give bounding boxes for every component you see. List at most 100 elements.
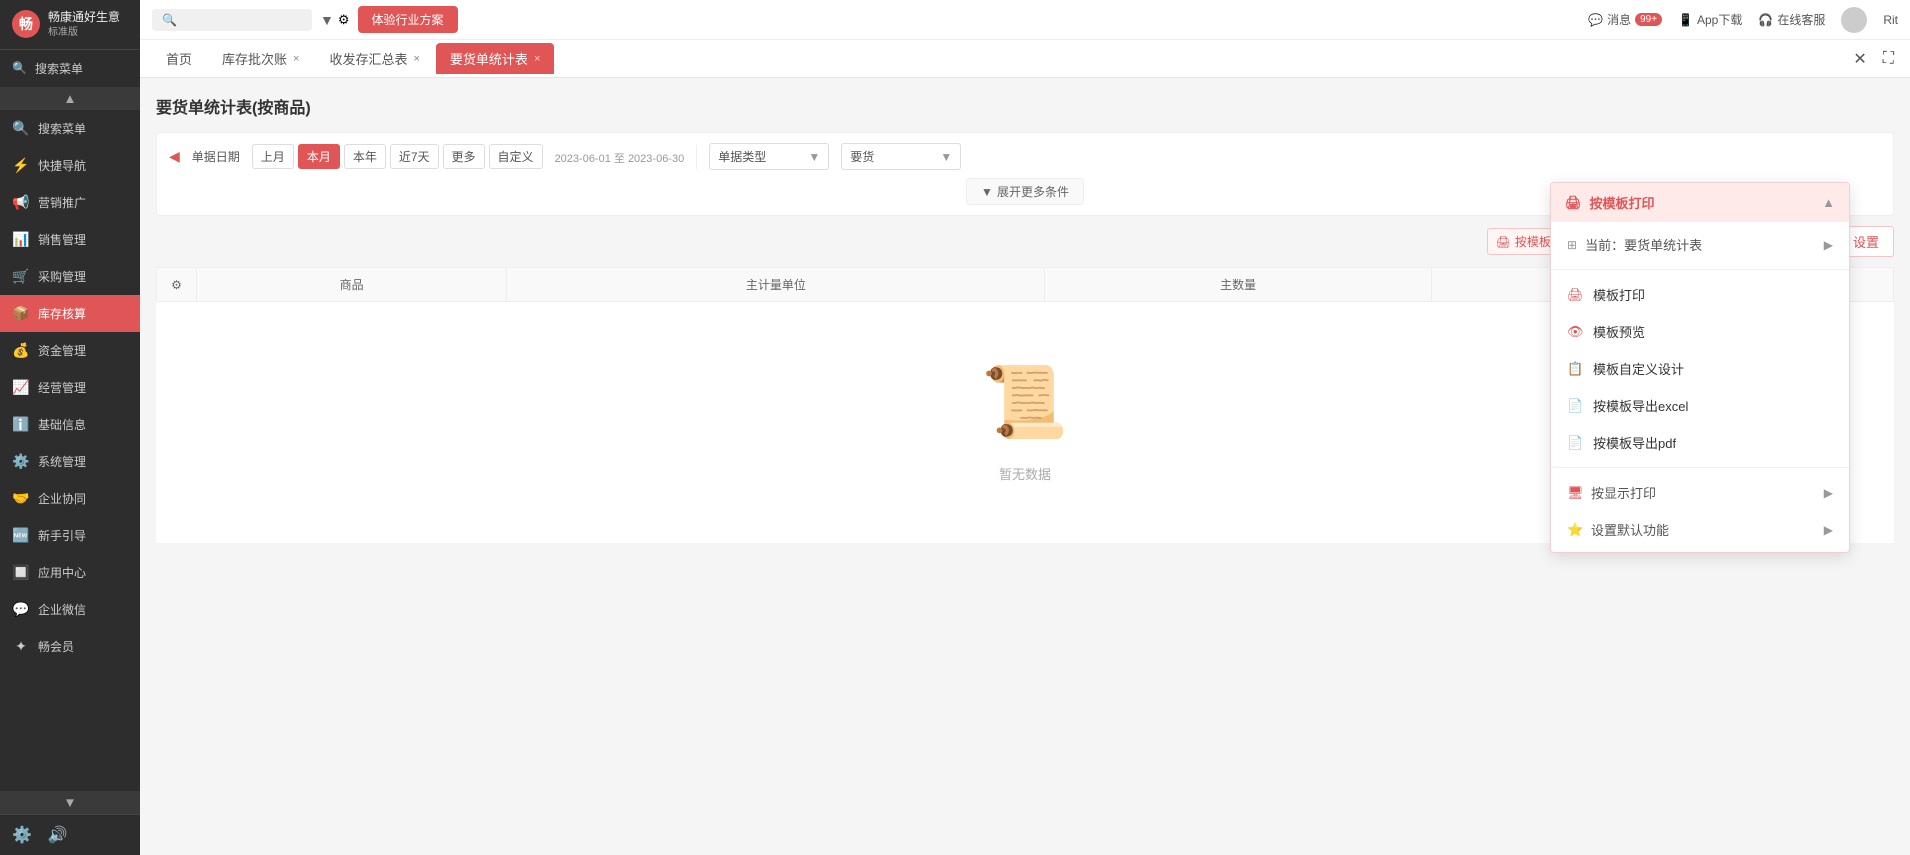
settings-bottom-icon[interactable]: ⚙️ bbox=[12, 825, 32, 845]
dropdown-section-item-display_print[interactable]: 🖥按显示打印▶ bbox=[1551, 474, 1849, 511]
page-area: 要货单统计表(按商品) ◀ 单据日期 上月本月本年近7天更多自定义 2023-0… bbox=[140, 78, 1910, 855]
search-icon: 🔍 bbox=[12, 61, 27, 75]
avatar[interactable] bbox=[1841, 7, 1867, 33]
filter-expand-btn[interactable]: ◀ bbox=[169, 148, 180, 165]
dropdown-item-template_preview[interactable]: 👁模板预览 bbox=[1551, 313, 1849, 350]
sidebar-item-label: 搜索菜单 bbox=[38, 120, 86, 137]
table-header-主计量单位: 主计量单位 bbox=[507, 268, 1045, 302]
template_pdf-icon: 📄 bbox=[1567, 435, 1583, 451]
dropdown-section-items: 🖥按显示打印▶⭐设置默认功能▶ bbox=[1551, 470, 1849, 552]
tab-label: 要货单统计表 bbox=[450, 49, 528, 68]
sidebar-item-guide[interactable]: 🆕新手引导 bbox=[0, 517, 140, 554]
app-download-btn[interactable]: 📱 App下载 bbox=[1678, 11, 1742, 28]
dropdown-item-template_pdf[interactable]: 📄按模板导出pdf bbox=[1551, 424, 1849, 461]
sidebar-item-label: 系统管理 bbox=[38, 453, 86, 470]
sound-icon[interactable]: 🔊 bbox=[48, 825, 68, 845]
close-tab-btn[interactable]: ✕ bbox=[1849, 47, 1870, 71]
tab-inventory_batch[interactable]: 库存批次账× bbox=[208, 43, 313, 74]
industry-btn[interactable]: 体验行业方案 bbox=[358, 6, 458, 33]
tab-close-icon[interactable]: × bbox=[534, 53, 540, 65]
table-header-主数量: 主数量 bbox=[1045, 268, 1431, 302]
sidebar-scroll-down[interactable]: ▼ bbox=[0, 791, 140, 814]
sidebar-item-operation[interactable]: 📈经营管理 bbox=[0, 369, 140, 406]
sidebar-item-label: 基础信息 bbox=[38, 416, 86, 433]
doc-type-select[interactable]: 单据类型 ▼ bbox=[709, 143, 829, 170]
scroll-icon: ⚙ bbox=[338, 12, 350, 28]
date-btn-近7天[interactable]: 近7天 bbox=[390, 144, 439, 169]
marketing-icon: 📢 bbox=[12, 194, 30, 211]
page-title: 要货单统计表(按商品) bbox=[156, 94, 1894, 118]
top-bar-right: 💬 消息 99+ 📱 App下载 🎧 在线客服 Rit bbox=[1588, 7, 1898, 33]
dropdown-item-label: 模板预览 bbox=[1593, 322, 1645, 341]
print-dropdown-right: ▲ bbox=[1822, 195, 1835, 210]
date-btn-上月[interactable]: 上月 bbox=[252, 144, 294, 169]
search-menu[interactable]: 🔍 搜索菜单 bbox=[0, 50, 140, 87]
current-template-item[interactable]: ⊞ 当前：要货单统计表 ▶ bbox=[1551, 226, 1849, 263]
dropdown-item-template_print[interactable]: 🖨模板打印 bbox=[1551, 276, 1849, 313]
sidebar-item-label: 库存核算 bbox=[38, 305, 86, 322]
sidebar-scroll-up[interactable]: ▲ bbox=[0, 87, 140, 110]
empty-text: 暂无数据 bbox=[999, 464, 1051, 483]
print-icon: 🖨 bbox=[1496, 235, 1511, 249]
finance-icon: 💰 bbox=[12, 342, 30, 359]
doc-type-label: 单据类型 bbox=[718, 148, 766, 165]
sidebar-item-quick[interactable]: ⚡快捷导航 bbox=[0, 147, 140, 184]
sidebar-item-apps[interactable]: 🔲应用中心 bbox=[0, 554, 140, 591]
system-icon: ⚙️ bbox=[12, 453, 30, 470]
tab-order_stats[interactable]: 要货单统计表 × bbox=[436, 43, 554, 74]
dropdown-main-section: 🖨模板打印👁模板预览📋模板自定义设计📄按模板导出excel📄按模板导出pdf bbox=[1551, 272, 1849, 465]
tab-bar-actions: ✕ ⛶ bbox=[1849, 47, 1898, 71]
date-btn-本月[interactable]: 本月 bbox=[298, 144, 340, 169]
search-icon: 🔍 bbox=[12, 120, 30, 137]
expand-more-btn[interactable]: ▼ 展开更多条件 bbox=[966, 178, 1084, 205]
coop-icon: 🤝 bbox=[12, 490, 30, 507]
tab-home[interactable]: 首页 bbox=[152, 43, 206, 74]
sidebar-item-inventory[interactable]: 📦 库存核算 bbox=[0, 295, 140, 332]
main-content: 🔍 ▼ ⚙ 体验行业方案 💬 消息 99+ 📱 App下载 🎧 在线客服 bbox=[140, 0, 1910, 855]
table-header-⚙[interactable]: ⚙ bbox=[157, 268, 197, 302]
quick-icon: ⚡ bbox=[12, 157, 30, 174]
sidebar-item-finance[interactable]: 💰资金管理 bbox=[0, 332, 140, 369]
messages-btn[interactable]: 💬 消息 99+ bbox=[1588, 11, 1662, 28]
service-icon: 🎧 bbox=[1758, 13, 1773, 27]
sidebar-item-basic[interactable]: ℹ️基础信息 bbox=[0, 406, 140, 443]
table-header-商品: 商品 bbox=[197, 268, 507, 302]
inventory-icon: 📦 bbox=[12, 305, 30, 322]
print-dropdown-title: 🖨 按模板打印 bbox=[1565, 193, 1655, 212]
sidebar-item-purchase[interactable]: 🛒采购管理 bbox=[0, 258, 140, 295]
sidebar-item-marketing[interactable]: 📢营销推广 bbox=[0, 184, 140, 221]
tab-close-icon[interactable]: × bbox=[413, 53, 419, 65]
section-arrow-icon: ▶ bbox=[1824, 486, 1833, 500]
dropdown-item-template_excel[interactable]: 📄按模板导出excel bbox=[1551, 387, 1849, 424]
date-btn-自定义[interactable]: 自定义 bbox=[489, 144, 543, 169]
current-chevron-icon: ▶ bbox=[1824, 238, 1833, 252]
sidebar-item-label: 企业协同 bbox=[38, 490, 86, 507]
date-range: 2023-06-01 至 2023-06-30 bbox=[555, 150, 685, 166]
dropdown-section-item-default_func[interactable]: ⭐设置默认功能▶ bbox=[1551, 511, 1849, 548]
maximize-btn[interactable]: ⛶ bbox=[1879, 48, 1898, 70]
goods-filter[interactable]: 要货 ▼ bbox=[841, 143, 961, 170]
sidebar-item-coop[interactable]: 🤝 企业协同 bbox=[0, 480, 140, 517]
tab-close-icon[interactable]: × bbox=[293, 53, 299, 65]
sidebar-bottom: ⚙️ 🔊 bbox=[0, 814, 140, 855]
sidebar-item-wechat[interactable]: 💬企业微信 bbox=[0, 591, 140, 628]
online-service-btn[interactable]: 🎧 在线客服 bbox=[1758, 11, 1825, 28]
display_print-icon: 🖥 bbox=[1567, 485, 1583, 501]
dropdown-item-template_custom[interactable]: 📋模板自定义设计 bbox=[1551, 350, 1849, 387]
print-dropdown: 🖨 按模板打印 ▲ ⊞ 当前：要货单统计表 ▶ 🖨模板打印👁模板预览📋模板自 bbox=[1550, 182, 1850, 553]
sidebar-item-member[interactable]: ✦畅会员 bbox=[0, 628, 140, 665]
sidebar-item-search[interactable]: 🔍 搜索菜单 bbox=[0, 110, 140, 147]
date-btn-本年[interactable]: 本年 bbox=[344, 144, 386, 169]
sidebar-item-sales[interactable]: 📊销售管理 bbox=[0, 221, 140, 258]
sidebar-item-label: 销售管理 bbox=[38, 231, 86, 248]
tab-income_summary[interactable]: 收发存汇总表× bbox=[315, 43, 433, 74]
scroll-down-btn[interactable]: ▼ bbox=[320, 12, 334, 28]
sidebar-item-system[interactable]: ⚙️ 系统管理 bbox=[0, 443, 140, 480]
search-bar[interactable]: 🔍 bbox=[152, 9, 312, 31]
close-dropdown-icon[interactable]: ▲ bbox=[1822, 195, 1835, 210]
current-template-icon: ⊞ bbox=[1567, 238, 1577, 252]
date-btn-更多[interactable]: 更多 bbox=[443, 144, 485, 169]
date-label: 单据日期 bbox=[192, 148, 240, 165]
filter-row-1: ◀ 单据日期 上月本月本年近7天更多自定义 2023-06-01 至 2023-… bbox=[169, 143, 1881, 170]
sidebar-item-label: 采购管理 bbox=[38, 268, 86, 285]
